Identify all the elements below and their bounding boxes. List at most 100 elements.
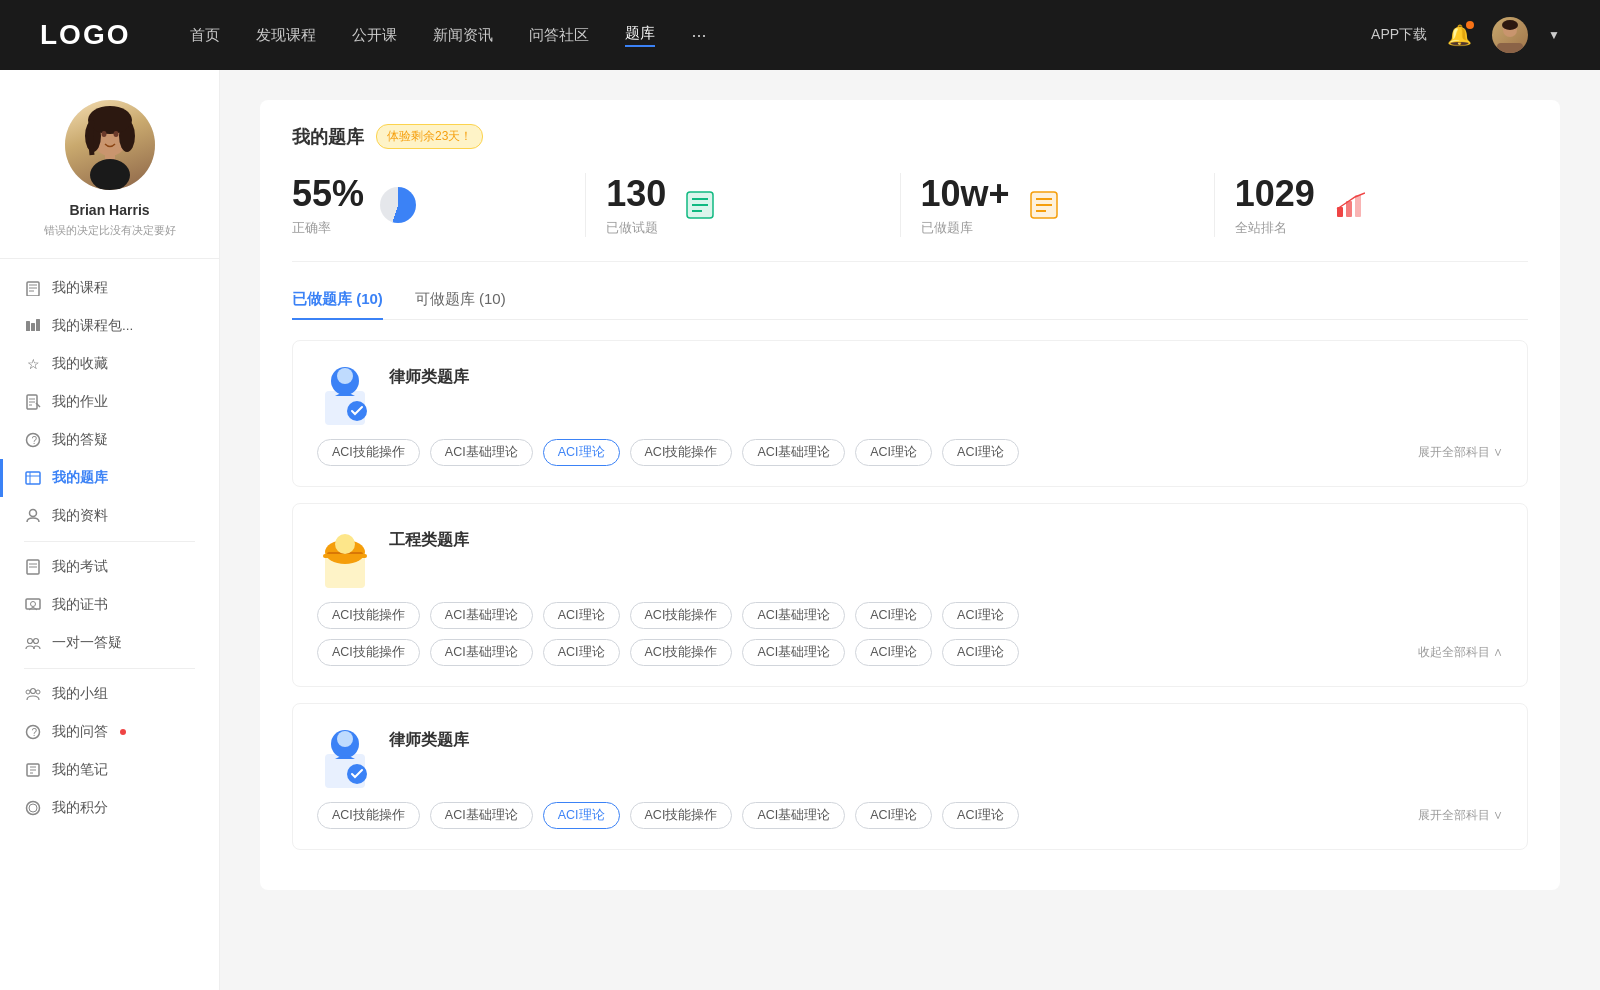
tag-2-3[interactable]: ACI理论 (543, 602, 620, 629)
tag-2-r2-4[interactable]: ACI技能操作 (630, 639, 733, 666)
svg-rect-25 (26, 472, 40, 484)
svg-rect-61 (1355, 195, 1361, 217)
navbar-right: APP下载 🔔 ▼ (1371, 17, 1560, 53)
tag-2-r2-2[interactable]: ACI基础理论 (430, 639, 533, 666)
avatar-chevron-icon[interactable]: ▼ (1548, 28, 1560, 42)
svg-point-28 (30, 510, 37, 517)
sidebar-item-my-favorites[interactable]: ☆ 我的收藏 (0, 345, 219, 383)
notification-dot (1466, 21, 1474, 29)
tag-3-7[interactable]: ACI理论 (942, 802, 1019, 829)
svg-rect-1 (1497, 43, 1523, 53)
tag-2-r2-1[interactable]: ACI技能操作 (317, 639, 420, 666)
tabs: 已做题库 (10) 可做题库 (10) (292, 290, 1528, 320)
tag-3-4[interactable]: ACI技能操作 (630, 802, 733, 829)
tag-1-5[interactable]: ACI基础理论 (742, 439, 845, 466)
sidebar-divider-2 (24, 668, 195, 669)
sidebar-item-label: 我的笔记 (52, 761, 108, 779)
nav-news[interactable]: 新闻资讯 (433, 26, 493, 45)
tag-2-5[interactable]: ACI基础理论 (742, 602, 845, 629)
tag-3-3[interactable]: ACI理论 (543, 802, 620, 829)
sidebar-item-my-notes[interactable]: 我的笔记 (0, 751, 219, 789)
sidebar-item-my-group[interactable]: 我的小组 (0, 675, 219, 713)
exams-icon (24, 558, 42, 576)
sidebar-item-my-profile[interactable]: 我的资料 (0, 497, 219, 535)
tag-3-1[interactable]: ACI技能操作 (317, 802, 420, 829)
tag-2-r2-6[interactable]: ACI理论 (855, 639, 932, 666)
svg-point-9 (90, 159, 130, 190)
stat-accuracy-label: 正确率 (292, 219, 364, 237)
qbank-name-1: 律师类题库 (389, 361, 469, 385)
nav-opencourse[interactable]: 公开课 (352, 26, 397, 45)
svg-point-38 (31, 689, 36, 694)
qbank-name-2: 工程类题库 (389, 524, 469, 548)
sidebar-item-my-homework[interactable]: 我的作业 (0, 383, 219, 421)
collapse-link-2[interactable]: 收起全部科目 ∧ (1418, 644, 1503, 661)
sidebar-item-my-exams[interactable]: 我的考试 (0, 548, 219, 586)
tag-1-7[interactable]: ACI理论 (942, 439, 1019, 466)
sidebar-item-one-on-one[interactable]: 一对一答疑 (0, 624, 219, 662)
certificate-icon (24, 596, 42, 614)
svg-point-39 (26, 690, 30, 694)
expand-link-3[interactable]: 展开全部科目 ∨ (1418, 807, 1503, 824)
tab-available-banks[interactable]: 可做题库 (10) (415, 290, 506, 319)
sidebar-item-my-courses[interactable]: 我的课程 (0, 269, 219, 307)
svg-point-37 (34, 639, 39, 644)
stat-ranking-label: 全站排名 (1235, 219, 1315, 237)
app-download-link[interactable]: APP下载 (1371, 26, 1427, 44)
sidebar: Brian Harris 错误的决定比没有决定要好 我的课程 我的课程包... … (0, 70, 220, 990)
qbank-list: 律师类题库 ACI技能操作 ACI基础理论 ACI理论 ACI技能操作 ACI基… (292, 340, 1528, 866)
sidebar-item-my-answers[interactable]: ? 我的问答 (0, 713, 219, 751)
svg-point-40 (36, 690, 40, 694)
sidebar-menu: 我的课程 我的课程包... ☆ 我的收藏 我的作业 ? (0, 259, 219, 837)
sidebar-item-my-packages[interactable]: 我的课程包... (0, 307, 219, 345)
expand-link-1[interactable]: 展开全部科目 ∨ (1418, 444, 1503, 461)
qbank-tags-3: ACI技能操作 ACI基础理论 ACI理论 ACI技能操作 ACI基础理论 AC… (317, 802, 1418, 829)
qbank-tags-2-row1: ACI技能操作 ACI基础理论 ACI理论 ACI技能操作 ACI基础理论 AC… (317, 602, 1503, 629)
logo[interactable]: LOGO (40, 19, 130, 51)
sidebar-item-label: 我的答疑 (52, 431, 108, 449)
svg-rect-12 (27, 282, 39, 296)
sidebar-item-label: 我的课程 (52, 279, 108, 297)
nav-qa[interactable]: 问答社区 (529, 26, 589, 45)
svg-point-64 (337, 368, 353, 384)
nav-more[interactable]: ··· (691, 25, 706, 46)
qbank-tags-2-row2: ACI技能操作 ACI基础理论 ACI理论 ACI技能操作 ACI基础理论 AC… (317, 639, 1418, 666)
stat-done-questions-label: 已做试题 (606, 219, 666, 237)
notification-bell[interactable]: 🔔 (1447, 23, 1472, 47)
nav-discover[interactable]: 发现课程 (256, 26, 316, 45)
nav-home[interactable]: 首页 (190, 26, 220, 45)
qbank-item-lawyer-1: 律师类题库 ACI技能操作 ACI基础理论 ACI理论 ACI技能操作 ACI基… (292, 340, 1528, 487)
nav-qbank[interactable]: 题库 (625, 24, 655, 47)
tab-done-banks[interactable]: 已做题库 (10) (292, 290, 383, 319)
svg-point-47 (27, 802, 40, 815)
tag-2-7[interactable]: ACI理论 (942, 602, 1019, 629)
avatar[interactable] (1492, 17, 1528, 53)
tag-2-2[interactable]: ACI基础理论 (430, 602, 533, 629)
sidebar-item-label: 一对一答疑 (52, 634, 122, 652)
tag-2-r2-5[interactable]: ACI基础理论 (742, 639, 845, 666)
sidebar-profile: Brian Harris 错误的决定比没有决定要好 (0, 100, 219, 259)
tag-1-2[interactable]: ACI基础理论 (430, 439, 533, 466)
avatar-placeholder (1492, 17, 1528, 53)
tag-1-6[interactable]: ACI理论 (855, 439, 932, 466)
sidebar-username: Brian Harris (20, 202, 199, 218)
tag-2-r2-7[interactable]: ACI理论 (942, 639, 1019, 666)
tag-1-1[interactable]: ACI技能操作 (317, 439, 420, 466)
tag-2-4[interactable]: ACI技能操作 (630, 602, 733, 629)
engineer-icon (317, 524, 373, 588)
sidebar-item-my-questions[interactable]: ? 我的答疑 (0, 421, 219, 459)
tag-1-3[interactable]: ACI理论 (543, 439, 620, 466)
banks-list-icon (1024, 185, 1064, 225)
tag-2-r2-3[interactable]: ACI理论 (543, 639, 620, 666)
sidebar-divider-1 (24, 541, 195, 542)
tag-3-6[interactable]: ACI理论 (855, 802, 932, 829)
tag-2-1[interactable]: ACI技能操作 (317, 602, 420, 629)
tag-3-5[interactable]: ACI基础理论 (742, 802, 845, 829)
sidebar-item-my-qbank[interactable]: 我的题库 (0, 459, 219, 497)
sidebar-item-my-points[interactable]: 我的积分 (0, 789, 219, 827)
qbank-tags-expand-3: ACI技能操作 ACI基础理论 ACI理论 ACI技能操作 ACI基础理论 AC… (317, 802, 1503, 829)
tag-3-2[interactable]: ACI基础理论 (430, 802, 533, 829)
tag-1-4[interactable]: ACI技能操作 (630, 439, 733, 466)
sidebar-item-my-certificate[interactable]: 我的证书 (0, 586, 219, 624)
tag-2-6[interactable]: ACI理论 (855, 602, 932, 629)
